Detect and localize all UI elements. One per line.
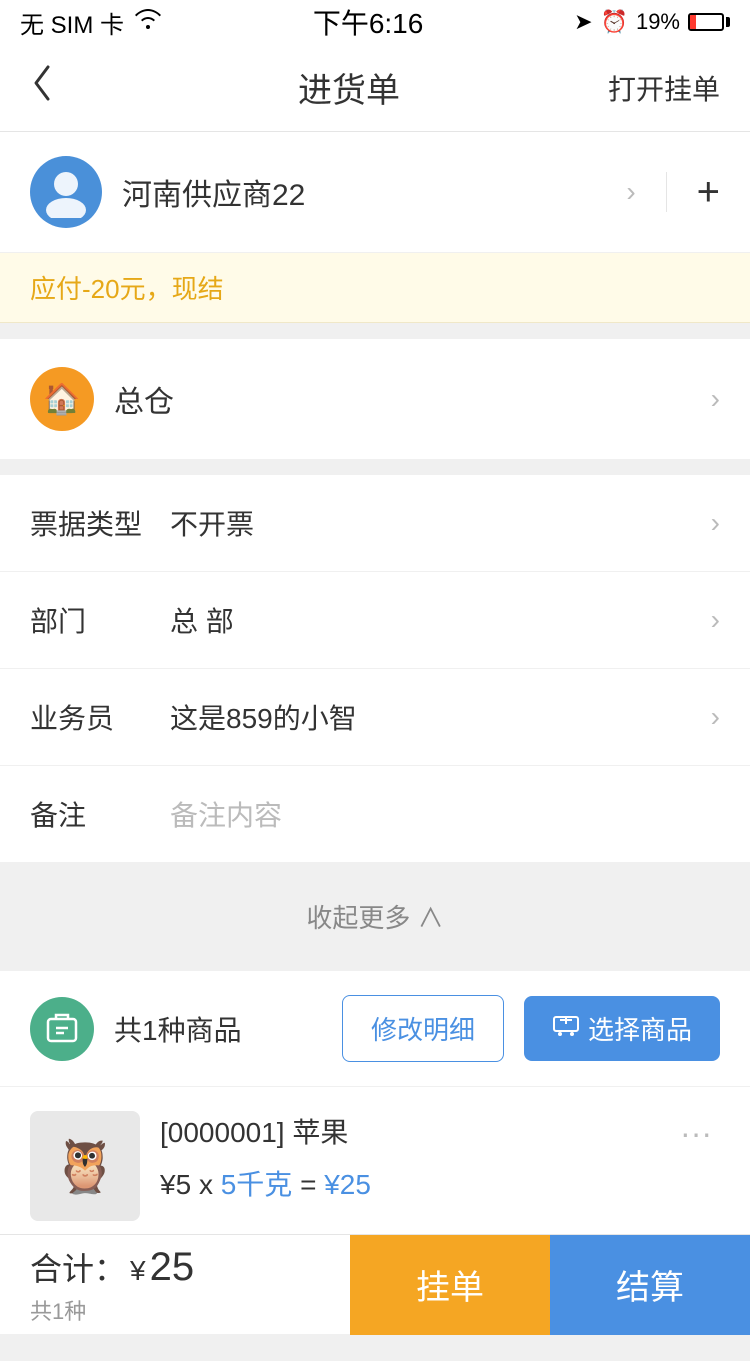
settle-button[interactable]: 结算	[550, 1235, 750, 1335]
products-header: 共1种商品 修改明细 选择商品	[0, 971, 750, 1086]
status-right: ➤ ⏰ 19%	[574, 9, 730, 35]
salesperson-value: 这是859的小智	[150, 697, 711, 737]
warehouse-row[interactable]: 🏠 总仓 ›	[0, 339, 750, 459]
select-product-button[interactable]: 选择商品	[524, 996, 720, 1061]
products-count: 共1种商品	[114, 1009, 322, 1049]
battery-icon	[688, 13, 730, 31]
supplier-avatar	[30, 156, 102, 228]
home-icon: 🏠	[43, 382, 80, 417]
status-time: 下午6:16	[313, 2, 424, 42]
products-section: 共1种商品 修改明细 选择商品 🦉	[0, 971, 750, 1245]
back-button[interactable]	[30, 63, 90, 112]
cart-icon	[552, 1013, 580, 1044]
supplier-chevron-icon: ›	[626, 176, 635, 208]
ticket-type-row[interactable]: 票据类型 不开票 ›	[0, 475, 750, 571]
warehouse-chevron-icon: ›	[711, 383, 720, 415]
footer: 合计： ¥ 25 共1种 挂单 结算	[0, 1234, 750, 1334]
remark-input[interactable]: 备注内容	[150, 794, 720, 834]
supplier-section: 河南供应商22 › + 应付-20元，现结	[0, 132, 750, 323]
select-product-label: 选择商品	[588, 1010, 692, 1047]
multiply-sign: x	[199, 1169, 221, 1200]
collapse-button[interactable]: 收起更多 ∧	[0, 878, 750, 955]
department-chevron-icon: ›	[711, 604, 720, 636]
warehouse-icon: 🏠	[30, 367, 94, 431]
total-amount: 合计： ¥ 25	[30, 1244, 320, 1290]
warehouse-name: 总仓	[114, 377, 711, 421]
form-section: 票据类型 不开票 › 部门 总 部 › 业务员 这是859的小智 › 备注 备注…	[0, 475, 750, 862]
salesperson-row[interactable]: 业务员 这是859的小智 ›	[0, 668, 750, 765]
quantity: 5千克	[221, 1169, 293, 1200]
ticket-type-label: 票据类型	[30, 503, 150, 543]
salesperson-label: 业务员	[30, 697, 150, 737]
warehouse-section[interactable]: 🏠 总仓 ›	[0, 339, 750, 459]
product-item: 🦉 [0000001] 苹果 ¥5 x 5千克 = ¥25 ···	[0, 1086, 750, 1245]
status-left: 无 SIM 卡	[20, 5, 162, 40]
product-thumbnail: 🦉	[30, 1111, 140, 1221]
location-icon: ➤	[574, 9, 592, 35]
hang-button[interactable]: 挂单	[350, 1235, 550, 1335]
edit-detail-button[interactable]: 修改明细	[342, 995, 504, 1062]
unit-price: ¥5	[160, 1169, 191, 1200]
owl-icon: 🦉	[53, 1136, 118, 1197]
product-name: [0000001] 苹果	[160, 1111, 652, 1151]
status-bar: 无 SIM 卡 下午6:16 ➤ ⏰ 19%	[0, 0, 750, 44]
more-options-button[interactable]: ···	[672, 1111, 720, 1156]
product-info: [0000001] 苹果 ¥5 x 5千克 = ¥25	[160, 1111, 652, 1203]
total-info: 合计： ¥ 25 共1种	[0, 1244, 350, 1326]
line-total: ¥25	[324, 1169, 371, 1200]
total-currency: ¥	[130, 1255, 146, 1287]
notice-row: 应付-20元，现结	[0, 253, 750, 323]
supplier-name: 河南供应商22	[122, 170, 626, 214]
supplier-divider	[666, 172, 667, 212]
wifi-icon	[134, 8, 162, 36]
total-label: 合计：	[30, 1244, 126, 1290]
products-icon	[30, 997, 94, 1061]
remark-label: 备注	[30, 794, 150, 834]
total-count: 共1种	[30, 1294, 320, 1326]
ticket-type-value: 不开票	[150, 503, 711, 543]
open-hang-button[interactable]: 打开挂单	[608, 68, 720, 108]
ticket-chevron-icon: ›	[711, 507, 720, 539]
add-button[interactable]: +	[697, 170, 720, 215]
salesperson-chevron-icon: ›	[711, 701, 720, 733]
product-code: [0000001]	[160, 1117, 285, 1148]
department-value: 总 部	[150, 600, 711, 640]
product-title: 苹果	[292, 1117, 348, 1148]
equals-sign: =	[300, 1169, 324, 1200]
carrier-text: 无 SIM 卡	[20, 5, 124, 40]
total-number: 25	[150, 1245, 195, 1290]
battery-percent: 19%	[636, 9, 680, 35]
remark-row[interactable]: 备注 备注内容	[0, 765, 750, 862]
alarm-icon: ⏰	[601, 9, 628, 35]
page-title: 进货单	[298, 63, 400, 112]
main-content: 河南供应商22 › + 应付-20元，现结 🏠 总仓 › 票据类型 不开票 › …	[0, 132, 750, 1361]
supplier-row[interactable]: 河南供应商22 › +	[0, 132, 750, 253]
department-label: 部门	[30, 600, 150, 640]
department-row[interactable]: 部门 总 部 ›	[0, 571, 750, 668]
product-price: ¥5 x 5千克 = ¥25	[160, 1163, 652, 1203]
nav-bar: 进货单 打开挂单	[0, 44, 750, 132]
